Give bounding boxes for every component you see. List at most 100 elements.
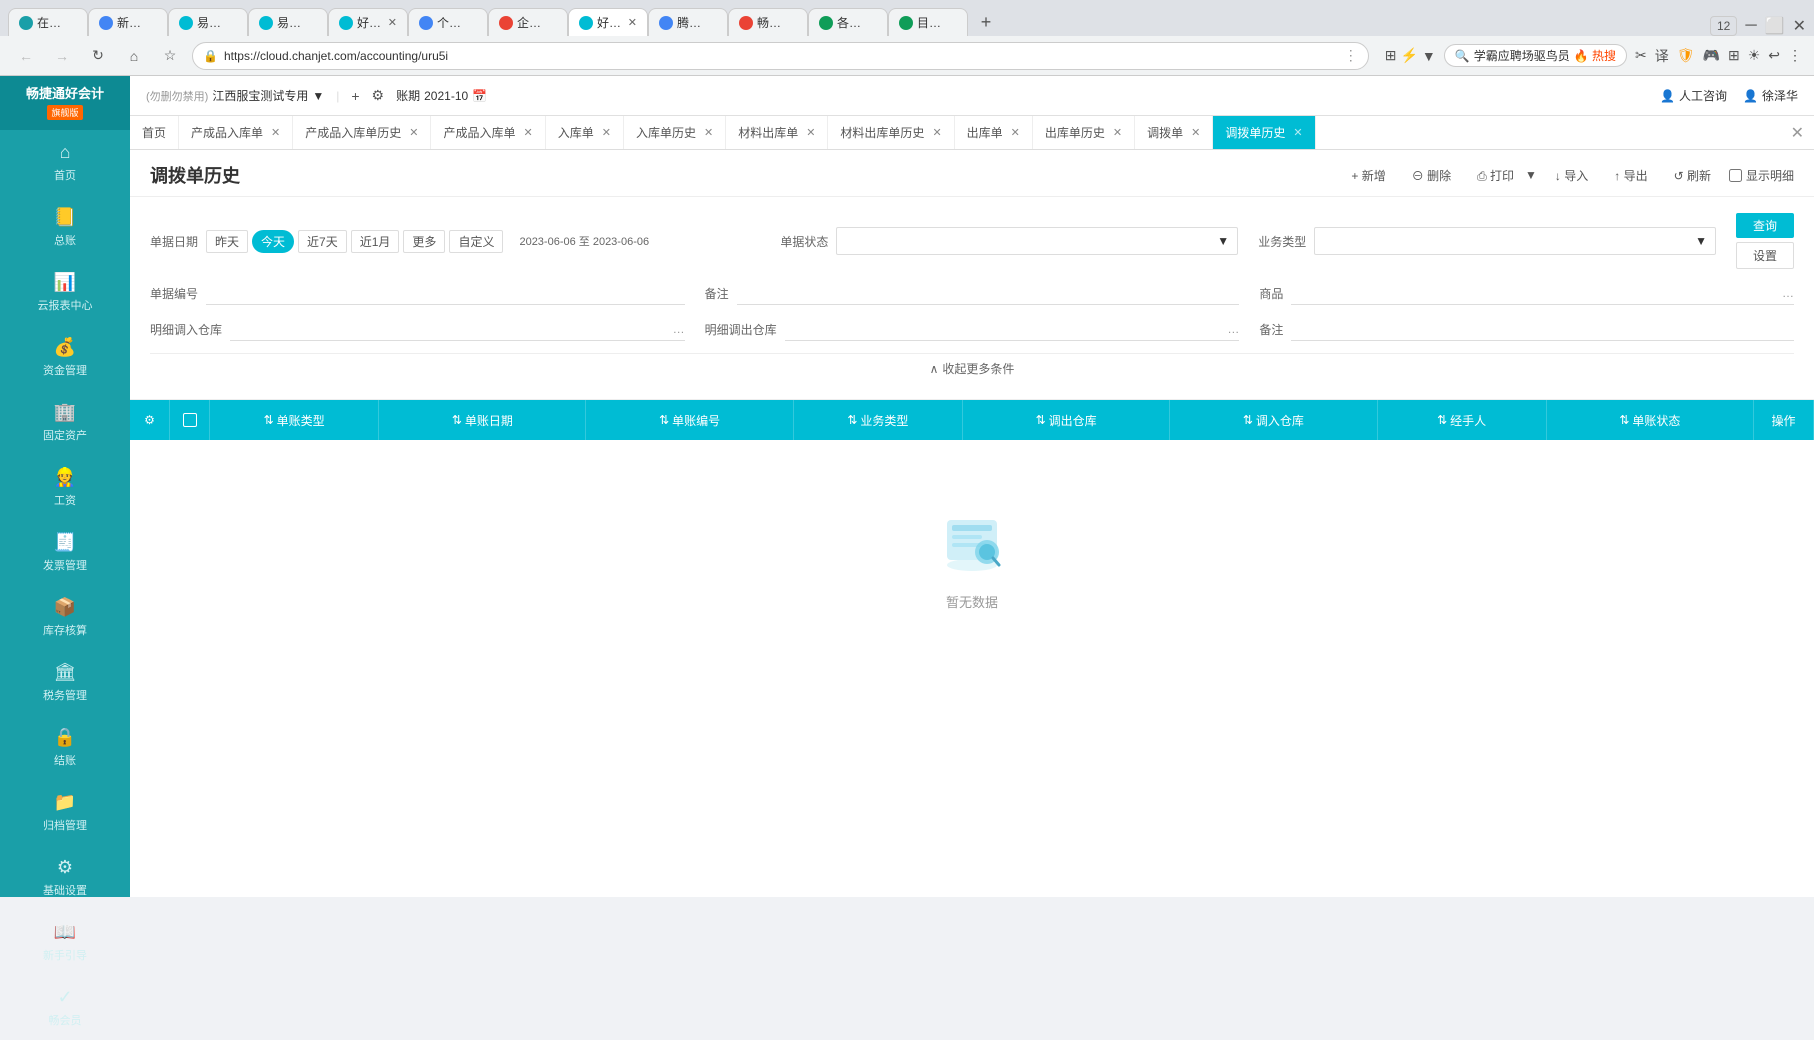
status-select[interactable]: ▼ [836,227,1238,255]
th-doc-no[interactable]: ⇅ 单账编号 [586,400,793,440]
back-button[interactable]: ← [12,42,40,70]
more-btn[interactable]: 更多 [403,230,445,253]
display-toggle-checkbox[interactable] [1729,169,1742,182]
biz-type-select[interactable]: ▼ [1314,227,1716,255]
home-button[interactable]: ⌂ [120,42,148,70]
content-tab-close-10[interactable]: ✕ [1191,126,1200,139]
content-tab-4[interactable]: 入库单 ✕ [546,116,624,149]
content-tab-close-7[interactable]: ✕ [932,126,941,139]
content-tab-7[interactable]: 材料出库单历史 ✕ [828,116,954,149]
new-button[interactable]: + 新增 [1343,163,1393,188]
query-button[interactable]: 查询 [1736,213,1794,238]
browser-tab-10[interactable]: 各… [808,8,888,36]
doc-no-input[interactable] [206,286,685,300]
sidebar-item-archive[interactable]: 📁 归档管理 [0,780,130,845]
period-selector[interactable]: 账期 2021-10 📅 [396,87,487,104]
export-button[interactable]: ↑ 导出 [1606,163,1655,188]
browser-tab-5[interactable]: 个… [408,8,488,36]
content-tab-3[interactable]: 产成品入库单 ✕ [431,116,545,149]
minimize-button[interactable]: ─ [1745,17,1756,35]
th-checkbox[interactable] [170,400,210,440]
content-tab-9[interactable]: 出库单历史 ✕ [1033,116,1135,149]
th-in-warehouse[interactable]: ⇅ 调入仓库 [1170,400,1377,440]
sidebar-item-assets[interactable]: 🏢 固定资产 [0,390,130,455]
browser-tab-7[interactable]: 好… ✕ [568,8,648,36]
undo-icon[interactable]: ↩ [1768,47,1780,64]
goods-input[interactable] [1291,286,1778,300]
content-tab-close-8[interactable]: ✕ [1011,126,1020,139]
sidebar-item-funds[interactable]: 💰 资金管理 [0,325,130,390]
game-icon[interactable]: 🎮 [1703,47,1720,64]
new-tab-button[interactable]: + [972,8,1000,36]
lightning-icon[interactable]: ⚡ [1400,47,1417,64]
content-tab-5[interactable]: 入库单历史 ✕ [624,116,726,149]
print-button[interactable]: ⎙ 打印 [1469,163,1522,188]
content-tab-11[interactable]: 调拨单历史 ✕ [1213,116,1315,149]
content-tab-2[interactable]: 产成品入库单历史 ✕ [293,116,431,149]
note-input[interactable] [737,286,1240,300]
browser-tab-11[interactable]: 目… [888,8,968,36]
browser-tab-8[interactable]: 腾… [648,8,728,36]
close-all-tabs-button[interactable]: ✕ [1781,123,1814,143]
brightness-icon[interactable]: ☀ [1748,47,1761,64]
browser-search-bar[interactable]: 🔍 学霸应聘场驱鸟员 🔥 热搜 [1444,44,1627,67]
month-btn[interactable]: 近1月 [351,230,400,253]
collapse-button[interactable]: ∧ 收起更多条件 [150,353,1794,383]
forward-button[interactable]: → [48,42,76,70]
browser-tab-2[interactable]: 易… [168,8,248,36]
out-warehouse-input[interactable] [785,322,1224,336]
content-tab-1[interactable]: 产成品入库单 ✕ [179,116,293,149]
tab-close-4[interactable]: ✕ [388,16,397,29]
display-toggle[interactable]: 显示明细 [1729,167,1794,184]
th-out-warehouse[interactable]: ⇅ 调出仓库 [963,400,1170,440]
tab-close-7[interactable]: ✕ [628,16,637,29]
browser-tab-0[interactable]: 在… [8,8,88,36]
sidebar-item-payroll[interactable]: 👷 工资 [0,455,130,520]
address-dropdown-icon[interactable]: ⋮ [1344,47,1358,64]
sidebar-item-reports[interactable]: 📊 云报表中心 [0,260,130,325]
custom-btn[interactable]: 自定义 [449,230,503,253]
th-settings[interactable]: ⚙ [130,400,170,440]
content-tab-close-6[interactable]: ✕ [806,126,815,139]
today-btn[interactable]: 今天 [252,230,294,253]
browser-tab-6[interactable]: 企… [488,8,568,36]
refresh-button[interactable]: ↻ [84,42,112,70]
sidebar-item-guide[interactable]: 📖 新手引导 [0,910,130,975]
content-tab-close-3[interactable]: ✕ [524,126,533,139]
bookmark-button[interactable]: ☆ [156,42,184,70]
sidebar-item-home[interactable]: ⌂ 首页 [0,130,130,195]
shield-icon[interactable]: 🛡 [1677,47,1695,64]
content-tab-8[interactable]: 出库单 ✕ [955,116,1033,149]
content-tab-home[interactable]: 首页 [130,116,179,149]
th-doc-date[interactable]: ⇅ 单账日期 [379,400,586,440]
scissor-icon[interactable]: ✂ [1635,47,1647,64]
content-tab-close-2[interactable]: ✕ [409,126,418,139]
sidebar-item-settings[interactable]: ⚙ 基础设置 [0,845,130,910]
close-window-button[interactable]: ✕ [1793,16,1806,36]
menu-dropdown-icon[interactable]: ▼ [1422,48,1436,64]
goods-more-icon[interactable]: … [1782,286,1794,300]
th-doc-status[interactable]: ⇅ 单账状态 [1547,400,1754,440]
sidebar-item-inventory[interactable]: 📦 库存核算 [0,585,130,650]
browser-tab-3[interactable]: 易… [248,8,328,36]
company-selector[interactable]: (勿删勿禁用) 江西服宝测试专用 ▼ [146,87,324,104]
in-warehouse-more-icon[interactable]: … [673,322,685,336]
print-dropdown-icon[interactable]: ▼ [1525,168,1537,182]
filter-setting-button[interactable]: 设置 [1736,242,1794,269]
th-biz-type[interactable]: ⇅ 业务类型 [794,400,963,440]
print-button-group[interactable]: ⎙ 打印 ▼ [1469,163,1537,188]
note2-input[interactable] [1291,322,1794,336]
content-tab-close-1[interactable]: ✕ [271,126,280,139]
address-bar[interactable]: 🔒 https://cloud.chanjet.com/accounting/u… [192,42,1369,70]
tab-count-badge[interactable]: 12 [1710,16,1737,36]
import-button[interactable]: ↓ 导入 [1547,163,1596,188]
content-tab-10[interactable]: 调拨单 ✕ [1135,116,1213,149]
content-tab-6[interactable]: 材料出库单 ✕ [726,116,828,149]
sidebar-item-closing[interactable]: 🔒 结账 [0,715,130,780]
browser-tab-4[interactable]: 好… ✕ [328,8,408,36]
browser-tab-1[interactable]: 新… [88,8,168,36]
grid-icon[interactable]: ⊞ [1728,47,1740,64]
browser-menu-icon[interactable]: ⋮ [1788,47,1802,64]
content-tab-close-5[interactable]: ✕ [704,126,713,139]
translate-icon[interactable]: 译 [1655,46,1669,66]
